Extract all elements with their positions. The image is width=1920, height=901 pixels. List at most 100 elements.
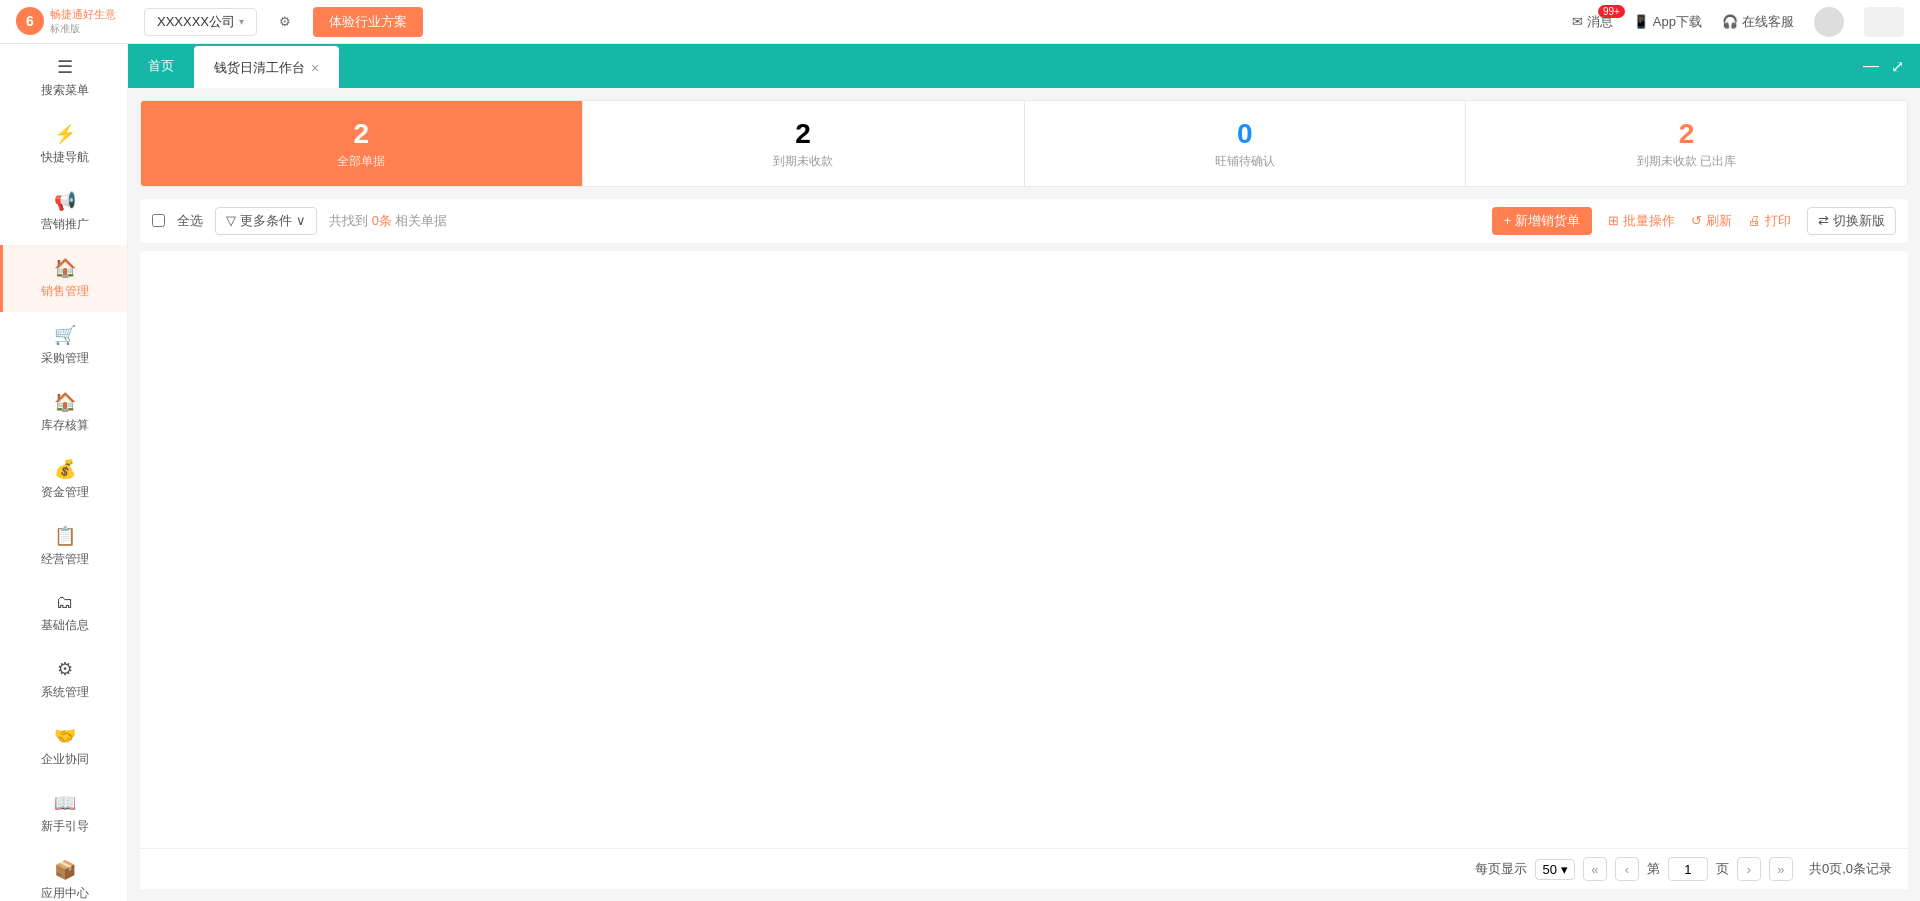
top-bar: 6 畅捷通好生意 标准版 XXXXXX公司 ▾ ⚙ 体验行业方案 ✉ 消息 99…	[0, 0, 1920, 44]
tab-minimize-icon[interactable]: —	[1863, 57, 1879, 75]
sidebar-item-inventory[interactable]: 🏠 库存核算	[0, 379, 127, 446]
online-service-button[interactable]: 🎧 在线客服	[1722, 13, 1794, 31]
sidebar-item-sales[interactable]: 🏠 销售管理	[0, 245, 127, 312]
per-page-value: 50	[1542, 862, 1556, 877]
stat-number-all: 2	[161, 117, 562, 151]
select-all-checkbox[interactable]	[152, 214, 165, 227]
pagination-next-button[interactable]: ›	[1737, 857, 1761, 881]
refresh-icon: ↺	[1691, 213, 1702, 228]
page-number-input[interactable]	[1668, 857, 1708, 881]
tab-bar: 首页 钱货日清工作台 × — ⤢	[128, 44, 1920, 88]
logo-area: 6 畅捷通好生意 标准版	[16, 7, 144, 35]
company-dropdown-arrow: ▾	[239, 16, 244, 27]
stat-label-shipped: 到期未收款 已出库	[1486, 153, 1887, 170]
batch-icon: ⊞	[1608, 213, 1619, 228]
purchase-icon: 🛒	[54, 324, 76, 346]
sidebar-item-label: 系统管理	[41, 684, 89, 701]
finance-icon: 💰	[54, 458, 76, 480]
message-badge: 99+	[1598, 5, 1625, 18]
tab-home[interactable]: 首页	[128, 44, 194, 88]
app-center-icon: 📦	[54, 859, 76, 881]
online-service-label: 在线客服	[1742, 13, 1794, 31]
message-button[interactable]: ✉ 消息 99+	[1572, 13, 1613, 31]
found-text: 共找到 0条 相关单据	[329, 212, 447, 230]
stat-card-pending[interactable]: 0 旺铺待确认	[1025, 101, 1467, 186]
add-sales-order-button[interactable]: + 新增销货单	[1492, 207, 1592, 235]
sidebar-item-label: 企业协同	[41, 751, 89, 768]
total-label: 共0页,0条记录	[1809, 860, 1892, 878]
filter-button[interactable]: ▽ 更多条件 ∨	[215, 207, 317, 235]
stat-label-pending: 旺铺待确认	[1045, 153, 1446, 170]
tab-maximize-icon[interactable]: ⤢	[1891, 57, 1904, 76]
toolbar-right: + 新增销货单 ⊞ 批量操作 ↺ 刷新 🖨 打印 ⇄	[1492, 207, 1896, 235]
tab-active-label: 钱货日清工作台	[214, 59, 305, 77]
user-avatar[interactable]	[1814, 7, 1844, 37]
found-count: 0条	[372, 213, 392, 228]
sidebar-item-label: 搜索菜单	[41, 82, 89, 99]
sidebar-item-marketing[interactable]: 📢 营销推广	[0, 178, 127, 245]
page-label-pre: 第	[1647, 860, 1660, 878]
filter-icon: ▽	[226, 213, 236, 228]
trial-button[interactable]: 体验行业方案	[313, 7, 423, 37]
select-all-label: 全选	[177, 212, 203, 230]
settings-button[interactable]: ⚙	[269, 6, 301, 38]
filter-arrow-icon: ∨	[296, 213, 306, 228]
company-selector[interactable]: XXXXXX公司 ▾	[144, 8, 257, 36]
stat-card-overdue[interactable]: 2 到期未收款	[583, 101, 1025, 186]
sidebar-item-guide[interactable]: 📖 新手引导	[0, 780, 127, 847]
stat-label-all: 全部单据	[161, 153, 562, 170]
sidebar-item-search-menu[interactable]: ☰ 搜索菜单	[0, 44, 127, 111]
logo-text: 畅捷通好生意	[50, 7, 116, 21]
per-page-arrow: ▾	[1561, 862, 1568, 877]
switch-label: 切换新版	[1833, 212, 1885, 230]
sidebar-item-basic-info[interactable]: 🗂 基础信息	[0, 580, 127, 646]
stat-card-all[interactable]: 2 全部单据	[141, 101, 583, 186]
marketing-icon: 📢	[54, 190, 76, 212]
top-right: ✉ 消息 99+ 📱 App下载 🎧 在线客服	[1572, 7, 1904, 37]
tab-active[interactable]: 钱货日清工作台 ×	[194, 46, 339, 90]
sidebar-item-operations[interactable]: 📋 经营管理	[0, 513, 127, 580]
switch-icon: ⇄	[1818, 213, 1829, 228]
tab-home-label: 首页	[148, 57, 174, 75]
batch-label: 批量操作	[1623, 212, 1675, 230]
pagination-last-button[interactable]: »	[1769, 857, 1793, 881]
message-icon: ✉	[1572, 14, 1583, 29]
table-footer: 每页显示 50 ▾ « ‹ 第 页 › » 共0页,0条记录	[140, 848, 1908, 889]
sidebar-item-quick-nav[interactable]: ⚡ 快捷导航	[0, 111, 127, 178]
sidebar-item-app-center[interactable]: 📦 应用中心	[0, 847, 127, 901]
toolbar: 全选 ▽ 更多条件 ∨ 共找到 0条 相关单据 + 新增销货单 ⊞ 批量操作	[140, 199, 1908, 243]
stats-row: 2 全部单据 2 到期未收款 0 旺铺待确认 2 到期未收款 已出库	[140, 100, 1908, 187]
per-page-select[interactable]: 50 ▾	[1535, 859, 1574, 880]
sidebar-item-purchase[interactable]: 🛒 采购管理	[0, 312, 127, 379]
table-area	[140, 251, 1908, 848]
basic-info-icon: 🗂	[56, 592, 74, 613]
user-name-area[interactable]	[1864, 7, 1904, 37]
download-icon: 📱	[1633, 14, 1649, 29]
pagination-first-button[interactable]: «	[1583, 857, 1607, 881]
refresh-button[interactable]: ↺ 刷新	[1691, 212, 1732, 230]
pagination-prev-button[interactable]: ‹	[1615, 857, 1639, 881]
main-container: ☰ 搜索菜单 ⚡ 快捷导航 📢 营销推广 🏠 销售管理 🛒 采购管理 🏠 库存核…	[0, 44, 1920, 901]
sidebar: ☰ 搜索菜单 ⚡ 快捷导航 📢 营销推广 🏠 销售管理 🛒 采购管理 🏠 库存核…	[0, 44, 128, 901]
page-label-post: 页	[1716, 860, 1729, 878]
switch-version-button[interactable]: ⇄ 切换新版	[1807, 207, 1896, 235]
sales-icon: 🏠	[54, 257, 76, 279]
found-prefix: 共找到	[329, 213, 368, 228]
sidebar-item-label: 应用中心	[41, 885, 89, 901]
sidebar-item-cooperation[interactable]: 🤝 企业协同	[0, 713, 127, 780]
sidebar-item-label: 新手引导	[41, 818, 89, 835]
print-button[interactable]: 🖨 打印	[1748, 212, 1791, 230]
sidebar-item-finance[interactable]: 💰 资金管理	[0, 446, 127, 513]
print-label: 打印	[1765, 212, 1791, 230]
batch-operation-button[interactable]: ⊞ 批量操作	[1608, 212, 1675, 230]
sidebar-item-label: 快捷导航	[41, 149, 89, 166]
app-download-label: App下载	[1653, 13, 1702, 31]
app-download-button[interactable]: 📱 App下载	[1633, 13, 1702, 31]
stat-number-overdue: 2	[603, 117, 1004, 151]
stat-number-pending: 0	[1045, 117, 1446, 151]
stat-card-shipped[interactable]: 2 到期未收款 已出库	[1466, 101, 1907, 186]
sidebar-item-system[interactable]: ⚙ 系统管理	[0, 646, 127, 713]
tab-close-icon[interactable]: ×	[311, 60, 319, 76]
content-area: 首页 钱货日清工作台 × — ⤢ 2 全部单据 2 到期未收款	[128, 44, 1920, 901]
table-empty	[140, 251, 1908, 848]
